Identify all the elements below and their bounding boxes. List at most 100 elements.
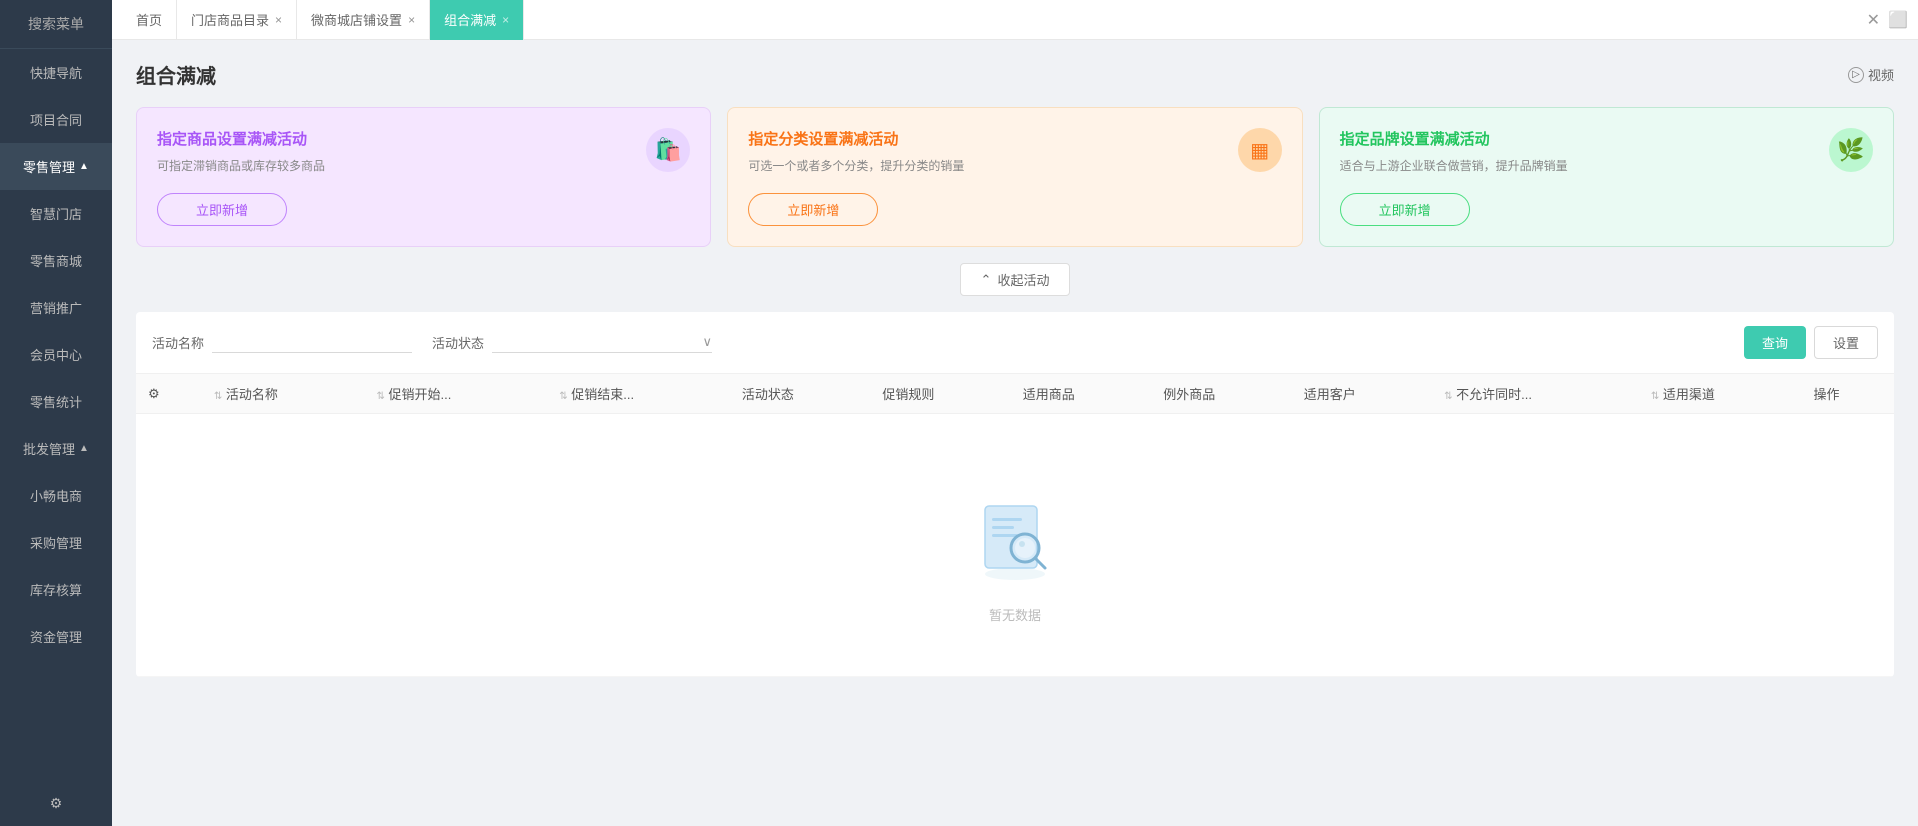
data-table: ⚙ ⇅ 活动名称 ⇅ 促销开始... ⇅ 促销结束... bbox=[136, 374, 1894, 677]
category-card-desc: 可选一个或者多个分类，提升分类的销量 bbox=[748, 157, 1281, 174]
th-applicable-channel[interactable]: ⇅ 适用渠道 bbox=[1639, 374, 1802, 414]
tab-close-icon[interactable]: × bbox=[408, 13, 415, 27]
tab-store-catalog[interactable]: 门店商品目录 × bbox=[177, 0, 297, 40]
collapse-label: 收起活动 bbox=[997, 270, 1049, 289]
maximize-icon[interactable]: ⬜ bbox=[1888, 10, 1908, 30]
sidebar-item-label: 会员中心 bbox=[30, 345, 82, 364]
content-area: 组合满减 ▷ 视频 🛍️ 指定商品设置满减活动 可指定滞销商品或库存较多商品 立… bbox=[112, 40, 1918, 826]
chevron-up-icon: ⌃ bbox=[981, 272, 992, 288]
product-card-title: 指定商品设置满减活动 bbox=[157, 128, 690, 149]
page-title: 组合满减 bbox=[136, 60, 216, 89]
sidebar-item-retail-mgmt[interactable]: 零售管理 ▲ bbox=[0, 143, 112, 190]
sidebar-item-finance-mgmt[interactable]: 资金管理 bbox=[0, 613, 112, 660]
play-icon: ▷ bbox=[1848, 67, 1864, 83]
tab-label: 微商城店铺设置 bbox=[311, 10, 402, 29]
brand-activity-card: 🌿 指定品牌设置满减活动 适合与上游企业联合做营销，提升品牌销量 立即新增 bbox=[1319, 107, 1894, 247]
sidebar: 搜索菜单 快捷导航 项目合同 零售管理 ▲ 智慧门店 零售商城 营销推广 会员中… bbox=[0, 0, 112, 826]
th-not-allow-concurrent[interactable]: ⇅ 不允许同时... bbox=[1432, 374, 1639, 414]
category-card-icon: ▦ bbox=[1238, 128, 1282, 172]
empty-text: 暂无数据 bbox=[148, 605, 1882, 624]
activity-name-input[interactable] bbox=[212, 333, 412, 353]
sidebar-item-member-center[interactable]: 会员中心 bbox=[0, 331, 112, 378]
th-settings[interactable]: ⚙ bbox=[136, 374, 202, 414]
activity-name-filter: 活动名称 bbox=[152, 333, 412, 353]
tab-label: 首页 bbox=[136, 10, 162, 29]
sidebar-item-quick-nav[interactable]: 快捷导航 bbox=[0, 49, 112, 96]
chevron-down-icon: ▲ bbox=[79, 443, 89, 454]
tab-label: 门店商品目录 bbox=[191, 10, 269, 29]
sort-icon: ⇅ bbox=[377, 391, 385, 402]
tab-close-icon[interactable]: × bbox=[275, 13, 282, 27]
activity-name-label: 活动名称 bbox=[152, 333, 204, 352]
category-activity-card: ▦ 指定分类设置满减活动 可选一个或者多个分类，提升分类的销量 立即新增 bbox=[727, 107, 1302, 247]
th-applicable-goods: 适用商品 bbox=[1011, 374, 1151, 414]
brand-card-add-button[interactable]: 立即新增 bbox=[1340, 193, 1470, 226]
sidebar-item-label: 零售管理 bbox=[23, 157, 75, 176]
empty-row: 暂无数据 bbox=[136, 414, 1894, 677]
video-link[interactable]: ▷ 视频 bbox=[1848, 65, 1894, 84]
sidebar-item-purchase-mgmt[interactable]: 采购管理 bbox=[0, 519, 112, 566]
th-applicable-customer: 适用客户 bbox=[1292, 374, 1432, 414]
th-operation: 操作 bbox=[1801, 374, 1894, 414]
product-card-add-button[interactable]: 立即新增 bbox=[157, 193, 287, 226]
table-body: 暂无数据 bbox=[136, 414, 1894, 677]
table-header-row: ⚙ ⇅ 活动名称 ⇅ 促销开始... ⇅ 促销结束... bbox=[136, 374, 1894, 414]
window-controls: ✕ ⬜ bbox=[1867, 10, 1908, 30]
tab-bar: 首页 门店商品目录 × 微商城店铺设置 × 组合满减 × ✕ ⬜ bbox=[112, 0, 1918, 40]
sort-icon: ⇅ bbox=[214, 391, 222, 402]
video-label: 视频 bbox=[1868, 65, 1894, 84]
chevron-down-icon: ∨ bbox=[703, 334, 713, 350]
th-activity-name[interactable]: ⇅ 活动名称 bbox=[202, 374, 365, 414]
sidebar-item-marketing[interactable]: 营销推广 bbox=[0, 284, 112, 331]
product-activity-card: 🛍️ 指定商品设置满减活动 可指定滞销商品或库存较多商品 立即新增 bbox=[136, 107, 711, 247]
sort-icon: ⇅ bbox=[1444, 391, 1452, 402]
sidebar-item-label: 零售统计 bbox=[30, 392, 82, 411]
sidebar-item-wholesale-mgmt[interactable]: 批发管理 ▲ bbox=[0, 425, 112, 472]
th-promo-start[interactable]: ⇅ 促销开始... bbox=[365, 374, 548, 414]
brand-card-desc: 适合与上游企业联合做营销，提升品牌销量 bbox=[1340, 157, 1873, 174]
empty-state: 暂无数据 bbox=[148, 426, 1882, 664]
category-card-title: 指定分类设置满减活动 bbox=[748, 128, 1281, 149]
th-promo-end[interactable]: ⇅ 促销结束... bbox=[547, 374, 730, 414]
activity-status-filter: 活动状态 ∨ bbox=[432, 332, 712, 353]
sidebar-search[interactable]: 搜索菜单 bbox=[0, 0, 112, 49]
category-card-add-button[interactable]: 立即新增 bbox=[748, 193, 878, 226]
tab-home[interactable]: 首页 bbox=[122, 0, 177, 40]
close-icon[interactable]: ✕ bbox=[1867, 10, 1880, 30]
tab-close-icon[interactable]: × bbox=[502, 13, 509, 27]
sidebar-item-label: 资金管理 bbox=[30, 627, 82, 646]
sort-icon: ⇅ bbox=[1651, 391, 1659, 402]
th-promo-rule: 促销规则 bbox=[870, 374, 1010, 414]
sidebar-item-label: 智慧门店 bbox=[30, 204, 82, 223]
filter-row: 活动名称 活动状态 ∨ 查询 设置 bbox=[136, 312, 1894, 374]
main-area: 首页 门店商品目录 × 微商城店铺设置 × 组合满减 × ✕ ⬜ 组合满减 ▷ … bbox=[112, 0, 1918, 826]
sidebar-item-retail-mall[interactable]: 零售商城 bbox=[0, 237, 112, 284]
th-exception-goods: 例外商品 bbox=[1151, 374, 1291, 414]
data-table-wrap: ⚙ ⇅ 活动名称 ⇅ 促销开始... ⇅ 促销结束... bbox=[136, 374, 1894, 677]
sidebar-item-xiaochang[interactable]: 小畅电商 bbox=[0, 472, 112, 519]
sidebar-item-label: 快捷导航 bbox=[30, 63, 82, 82]
query-button[interactable]: 查询 bbox=[1744, 326, 1806, 359]
activity-status-label: 活动状态 bbox=[432, 333, 484, 352]
sidebar-item-label: 小畅电商 bbox=[30, 486, 82, 505]
sidebar-item-smart-store[interactable]: 智慧门店 bbox=[0, 190, 112, 237]
sidebar-item-label: 库存核算 bbox=[30, 580, 82, 599]
activity-status-select[interactable]: ∨ bbox=[492, 332, 712, 353]
sidebar-item-retail-stats[interactable]: 零售统计 bbox=[0, 378, 112, 425]
sidebar-item-inventory[interactable]: 库存核算 bbox=[0, 566, 112, 613]
setting-button[interactable]: 设置 bbox=[1814, 326, 1878, 359]
empty-illustration bbox=[965, 486, 1065, 586]
sidebar-item-label: 零售商城 bbox=[30, 251, 82, 270]
collapse-bar: ⌃ 收起活动 bbox=[136, 263, 1894, 296]
settings-icon[interactable]: ⚙ bbox=[0, 781, 112, 826]
product-card-icon: 🛍️ bbox=[646, 128, 690, 172]
th-activity-status: 活动状态 bbox=[730, 374, 870, 414]
brand-card-title: 指定品牌设置满减活动 bbox=[1340, 128, 1873, 149]
tab-wechat-store[interactable]: 微商城店铺设置 × bbox=[297, 0, 430, 40]
collapse-button[interactable]: ⌃ 收起活动 bbox=[960, 263, 1071, 296]
tab-combo-discount[interactable]: 组合满减 × bbox=[430, 0, 524, 40]
empty-cell: 暂无数据 bbox=[136, 414, 1894, 677]
sidebar-item-project-contract[interactable]: 项目合同 bbox=[0, 96, 112, 143]
product-card-desc: 可指定滞销商品或库存较多商品 bbox=[157, 157, 690, 174]
page-header: 组合满减 ▷ 视频 bbox=[136, 60, 1894, 89]
